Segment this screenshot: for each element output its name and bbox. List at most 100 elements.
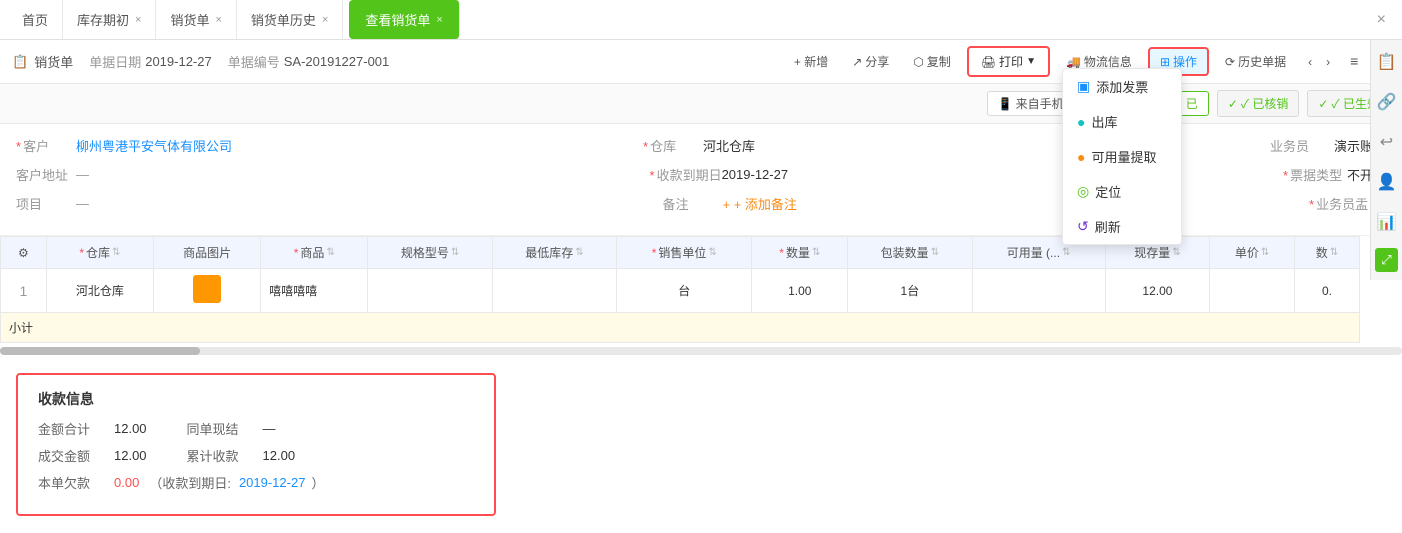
transaction-amount-value: 12.00	[114, 448, 147, 463]
doc-title-text: 销货单	[34, 52, 73, 71]
note-add-button[interactable]: + + 添加备注	[723, 194, 797, 213]
product-image	[193, 275, 221, 303]
refresh-label: 刷新	[1095, 217, 1121, 236]
sidebar-expand-icon[interactable]: ⤢	[1375, 248, 1397, 272]
history-icon: ⟳	[1225, 55, 1235, 69]
dropdown-available-qty[interactable]: ● 可用量提取	[1063, 139, 1181, 174]
prev-arrow[interactable]: ‹	[1302, 52, 1318, 72]
horizontal-scrollbar[interactable]	[0, 347, 1402, 355]
table-row: 1 河北仓库 嘻嘻嘻嘻 台 1.00 1台 12.00 0.	[1, 269, 1360, 313]
payment-row-1: 金额合计 12.00 同单现结 —	[38, 419, 474, 438]
tab-sales-history[interactable]: 销货单历史 ×	[237, 0, 343, 39]
doc-header: 📋 销货单 单据日期 2019-12-27 单据编号 SA-20191227-0…	[0, 40, 1402, 84]
payment-box: 收款信息 金额合计 12.00 同单现结 — 成交金额 12.00 累计收款	[16, 373, 496, 516]
print-dropdown-arrow[interactable]: ▼	[1026, 56, 1036, 67]
tab-view-sales[interactable]: 查看销货单 ×	[349, 0, 459, 39]
row-sales-unit: 台	[617, 269, 752, 313]
col-quantity[interactable]: *数量⇅	[752, 237, 848, 269]
locate-icon: ◎	[1077, 183, 1089, 200]
transaction-amount-item: 成交金额 12.00	[38, 446, 147, 465]
same-order-settlement-item: 同单现结 —	[187, 419, 276, 438]
cancelled-button[interactable]: ✓ ✓ 已核销	[1217, 90, 1300, 117]
col-settings[interactable]: ⚙	[1, 237, 47, 269]
action-bar: 📱 来自手机 ⊙ 未开票 ✓ 已 ✓ ✓ 已核销 ✓ ✓ 已生效	[0, 84, 1402, 124]
tab-sales-order[interactable]: 销货单 ×	[156, 0, 236, 39]
salesperson-label: 业务员	[1270, 136, 1330, 155]
tab-inventory-init[interactable]: 库存期初 ×	[63, 0, 156, 39]
cumulative-receipt-label: 累计收款	[187, 446, 257, 465]
customer-value[interactable]: 柳州粤港平安气体有限公司	[76, 136, 232, 155]
sidebar-return-icon[interactable]: ↩	[1376, 128, 1397, 156]
amount-total-item: 金额合计 12.00	[38, 419, 147, 438]
project-label: 项目	[16, 194, 76, 213]
list-view-button[interactable]: ≡	[1344, 50, 1364, 73]
new-button[interactable]: + 新增	[786, 50, 836, 73]
sidebar-doc-icon[interactable]: 📋	[1373, 48, 1401, 76]
col-warehouse[interactable]: *仓库⇅	[46, 237, 153, 269]
window-close-button[interactable]: ×	[1369, 11, 1394, 29]
table-container: ⚙ *仓库⇅ 商品图片 *商品⇅ 规格型号⇅ 最低库存⇅ *销	[0, 236, 1360, 343]
dropdown-add-invoice[interactable]: ▣ 添加发票	[1063, 69, 1181, 104]
col-product[interactable]: *商品⇅	[261, 237, 368, 269]
tab-sales-order-label: 销货单	[170, 10, 209, 29]
amount-total-label: 金额合计	[38, 419, 108, 438]
row-spec	[368, 269, 492, 313]
add-invoice-label: 添加发票	[1096, 77, 1148, 96]
subtotal-row: 小计	[1, 313, 1360, 343]
share-button[interactable]: ↗ 分享	[844, 50, 897, 73]
tab-sales-order-close[interactable]: ×	[215, 14, 221, 26]
row-quantity: 1.00	[752, 269, 848, 313]
next-arrow[interactable]: ›	[1320, 52, 1336, 72]
sidebar-user-icon[interactable]: 👤	[1373, 168, 1401, 196]
address-value: —	[76, 167, 89, 182]
row-product-img	[153, 269, 260, 313]
tab-home[interactable]: 首页	[8, 0, 63, 39]
amount-total-value: 12.00	[114, 421, 147, 436]
sidebar-chart-icon[interactable]: 📊	[1373, 208, 1401, 236]
copy-icon: ⬡	[913, 55, 923, 69]
due-date-note: （收款到期日:	[149, 473, 231, 492]
outbound-label: 出库	[1091, 112, 1117, 131]
ticket-type-label: *票据类型	[1283, 165, 1343, 184]
due-date-value: 2019-12-27	[722, 167, 789, 182]
history-button[interactable]: ⟳ 历史单据	[1217, 50, 1294, 73]
col-package-qty[interactable]: 包装数量⇅	[848, 237, 972, 269]
dropdown-locate[interactable]: ◎ 定位	[1063, 174, 1181, 209]
available-qty-label: 可用量提取	[1091, 147, 1156, 166]
tab-inventory-init-label: 库存期初	[77, 10, 129, 29]
op-dropdown-menu: ▣ 添加发票 ● 出库 ● 可用量提取 ◎ 定位 ↺ 刷新	[1062, 68, 1182, 245]
col-spec[interactable]: 规格型号⇅	[368, 237, 492, 269]
row-unit-price	[1210, 269, 1295, 313]
col-min-stock[interactable]: 最低库存⇅	[492, 237, 616, 269]
col-product-img: 商品图片	[153, 237, 260, 269]
tab-view-sales-label: 查看销货单	[365, 10, 430, 29]
customer-label: *客户	[16, 136, 76, 155]
sidebar-link-icon[interactable]: 🔗	[1373, 88, 1401, 116]
form-section: *客户 柳州粤港平安气体有限公司 *仓库 河北仓库 业务员 演示账号 客户地址 …	[0, 124, 1402, 236]
col-amount[interactable]: 数⇅	[1294, 237, 1359, 269]
col-sales-unit[interactable]: *销售单位⇅	[617, 237, 752, 269]
payment-section: 收款信息 金额合计 12.00 同单现结 — 成交金额 12.00 累计收款	[0, 359, 1402, 530]
due-date-note-end: ）	[311, 473, 324, 492]
doc-no-value: SA-20191227-001	[284, 54, 390, 69]
tab-sales-history-close[interactable]: ×	[322, 14, 328, 26]
dropdown-outbound[interactable]: ● 出库	[1063, 104, 1181, 139]
row-current-stock: 12.00	[1105, 269, 1210, 313]
doc-no-label: 单据编号	[228, 52, 280, 71]
print-button[interactable]: 🖨 打印 ▼	[973, 50, 1044, 73]
copy-button[interactable]: ⬡ 复制	[905, 50, 959, 73]
outbound-icon: ●	[1077, 114, 1085, 130]
tab-view-sales-close[interactable]: ×	[436, 14, 442, 26]
current-due-item: 本单欠款 0.00 （收款到期日: 2019-12-27 ）	[38, 473, 324, 492]
tab-inventory-init-close[interactable]: ×	[135, 14, 141, 26]
dropdown-refresh[interactable]: ↺ 刷新	[1063, 209, 1181, 244]
col-unit-price[interactable]: 单价⇅	[1210, 237, 1295, 269]
row-amount: 0.	[1294, 269, 1359, 313]
scrollbar-thumb[interactable]	[0, 347, 200, 355]
cancelled-button-label: ✓ 已核销	[1241, 95, 1289, 112]
payment-row-2: 成交金额 12.00 累计收款 12.00	[38, 446, 474, 465]
tab-bar: 首页 库存期初 × 销货单 × 销货单历史 × 查看销货单 × ×	[0, 0, 1402, 40]
right-sidebar: 📋 🔗 ↩ 👤 📊 ⤢	[1370, 40, 1402, 280]
sales-manager-label: *业务员盂	[1309, 194, 1369, 213]
doc-title-section: 📋 销货单	[12, 52, 73, 71]
